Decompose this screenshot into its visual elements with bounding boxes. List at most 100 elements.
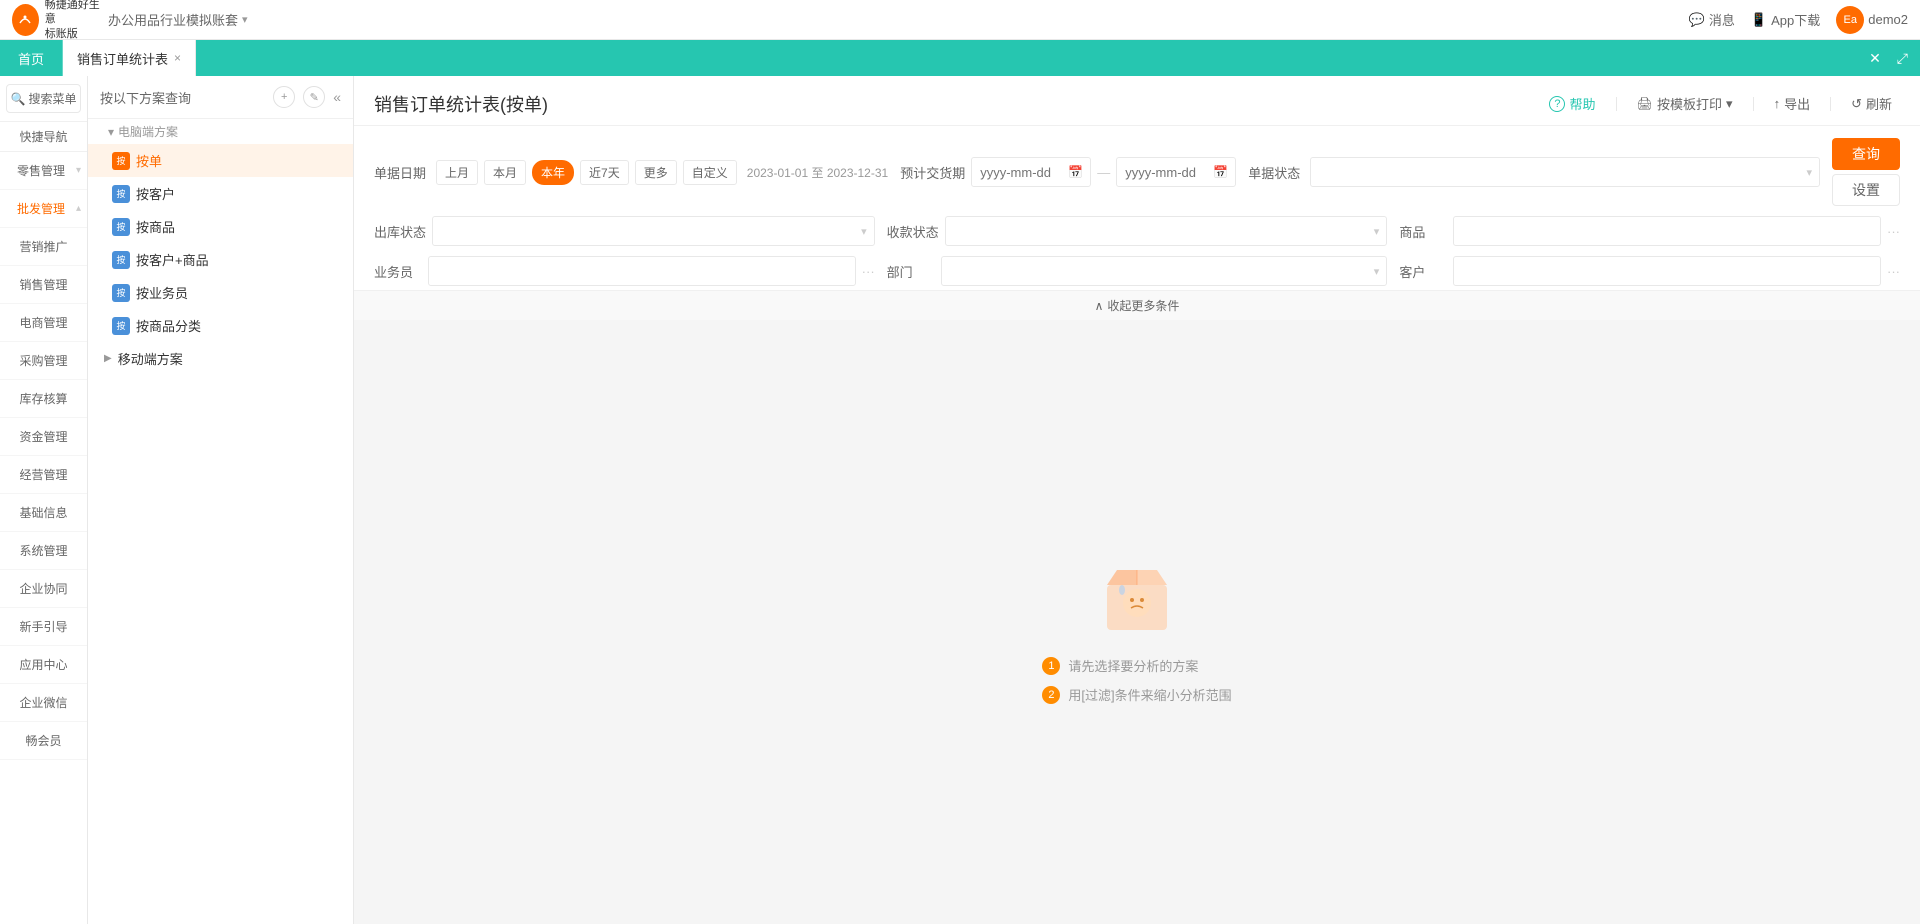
sidebar: 🔍 搜索菜单 快捷导航 零售管理 ▾ 批发管理 ▴ 营销推广 销售管理 电商管理…	[0, 76, 88, 924]
product-label: 商品	[1399, 222, 1447, 241]
sidebar-item-app-center[interactable]: 应用中心	[0, 646, 87, 684]
expected-date-to-input[interactable]	[1116, 157, 1236, 187]
edit-scheme-btn[interactable]: ✎	[303, 86, 325, 108]
tree-node-by-product[interactable]: 按 按商品	[88, 210, 353, 243]
left-panel-header: 按以下方案查询 + ✎ «	[88, 76, 353, 119]
chevron-down-icon-desktop: ▾	[108, 125, 114, 139]
window-expand-icon[interactable]: ⤢	[1893, 46, 1912, 71]
empty-tip-2: 2 用[过滤]条件来缩小分析范围	[1042, 685, 1231, 704]
filter-row-3: 业务员 ··· 部门 ▾	[374, 256, 1900, 286]
right-panel: 销售订单统计表(按单) ? 帮助 🖨 按模板打印 ▾ ↑	[354, 76, 1920, 924]
salesman-input[interactable]	[428, 256, 856, 286]
customer-label: 客户	[1399, 262, 1447, 281]
left-panel: 按以下方案查询 + ✎ « ▾ 电脑端方案	[88, 76, 354, 924]
sidebar-item-ecom-mgmt[interactable]: 电商管理	[0, 304, 87, 342]
by-customer-product-icon: 按	[112, 251, 130, 269]
payment-status-label: 收款状态	[887, 222, 939, 241]
sidebar-item-wholesale-mgmt[interactable]: 批发管理 ▴	[0, 190, 87, 228]
app-download-icon: 📱	[1751, 12, 1767, 28]
export-btn[interactable]: ↑ 导出	[1766, 90, 1819, 117]
page-actions: ? 帮助 🖨 按模板打印 ▾ ↑ 导出	[1541, 90, 1900, 117]
expected-date-from-input[interactable]	[971, 157, 1091, 187]
chevron-up-icon: ▴	[76, 203, 81, 214]
ship-status-cell: 出库状态 ▾	[374, 216, 875, 246]
salesman-ellipsis-btn[interactable]: ···	[862, 264, 875, 279]
product-ellipsis-btn[interactable]: ···	[1887, 224, 1900, 239]
dept-select-wrapper: ▾	[941, 256, 1388, 286]
collapse-icon: ∧	[1095, 299, 1104, 313]
message-icon: 💬	[1689, 12, 1705, 28]
desktop-section-label: ▾ 电脑端方案	[88, 119, 353, 144]
quick-nav-btn[interactable]: 快捷导航	[0, 122, 87, 152]
more-dates-btn[interactable]: 更多	[635, 160, 677, 185]
product-input[interactable]	[1453, 216, 1881, 246]
window-close-icon[interactable]: ✕	[1865, 46, 1885, 71]
sidebar-item-ops-mgmt[interactable]: 经营管理	[0, 456, 87, 494]
sidebar-item-basic-info[interactable]: 基础信息	[0, 494, 87, 532]
add-scheme-btn[interactable]: +	[273, 86, 295, 108]
message-btn[interactable]: 💬 消息	[1689, 10, 1735, 29]
dept-select[interactable]	[941, 256, 1388, 286]
sidebar-item-members[interactable]: 畅会员	[0, 722, 87, 760]
expected-date-group: 预计交货期 📅 — 📅	[900, 157, 1236, 187]
help-btn[interactable]: ? 帮助	[1541, 90, 1603, 117]
print-dropdown-icon: ▾	[1726, 96, 1733, 112]
print-btn[interactable]: 🖨 按模板打印 ▾	[1629, 90, 1741, 117]
search-menu-btn[interactable]: 🔍 搜索菜单	[6, 84, 81, 113]
ship-status-select[interactable]	[432, 216, 875, 246]
sidebar-item-marketing[interactable]: 营销推广	[0, 228, 87, 266]
expected-date-from: 📅	[971, 157, 1091, 187]
tree-node-by-customer-product[interactable]: 按 按客户+商品	[88, 243, 353, 276]
tab-home[interactable]: 首页	[0, 40, 63, 76]
last-7-days-btn[interactable]: 近7天	[580, 160, 629, 185]
tree-node-by-order[interactable]: 按 按单	[88, 144, 353, 177]
export-icon: ↑	[1774, 96, 1781, 111]
app-download-btn[interactable]: 📱 App下载	[1751, 10, 1820, 29]
customer-cell: 客户 ···	[1399, 256, 1900, 286]
custom-date-btn[interactable]: 自定义	[683, 160, 737, 185]
by-product-icon: 按	[112, 218, 130, 236]
status-select[interactable]	[1310, 157, 1820, 187]
tree-node-by-customer[interactable]: 按 按客户	[88, 177, 353, 210]
ship-status-select-wrapper: ▾	[432, 216, 875, 246]
mobile-section-node[interactable]: ▶ 移动端方案	[88, 342, 353, 375]
salesman-cell: 业务员 ···	[374, 256, 875, 286]
this-month-btn[interactable]: 本月	[484, 160, 526, 185]
set-btn[interactable]: 设置	[1832, 174, 1900, 206]
customer-ellipsis-btn[interactable]: ···	[1887, 264, 1900, 279]
tree-node-by-sales-staff[interactable]: 按 按业务员	[88, 276, 353, 309]
date-filter-group: 单据日期 上月 本月 本年 近7天 更多 自定义 2023-01-01 至 20…	[374, 160, 888, 185]
payment-status-select[interactable]	[945, 216, 1388, 246]
sidebar-item-sys-mgmt[interactable]: 系统管理	[0, 532, 87, 570]
query-btn[interactable]: 查询	[1832, 138, 1900, 170]
ship-status-label: 出库状态	[374, 222, 426, 241]
customer-input[interactable]	[1453, 256, 1881, 286]
this-year-btn[interactable]: 本年	[532, 160, 574, 185]
status-select-wrapper: ▾	[1310, 157, 1820, 187]
top-right-area: 💬 消息 📱 App下载 Ea demo2	[1689, 6, 1908, 34]
sidebar-item-sales-mgmt[interactable]: 销售管理	[0, 266, 87, 304]
breadcrumb[interactable]: 办公用品行业模拟账套 ▾	[100, 10, 1689, 29]
sidebar-item-retail-mgmt[interactable]: 零售管理 ▾	[0, 152, 87, 190]
chevron-down-icon: ▾	[76, 165, 81, 176]
last-month-btn[interactable]: 上月	[436, 160, 478, 185]
tree-node-by-product-category[interactable]: 按 按商品分类	[88, 309, 353, 342]
sidebar-item-enterprise[interactable]: 企业协同	[0, 570, 87, 608]
empty-tip-1: 1 请先选择要分析的方案	[1042, 656, 1231, 675]
date-btn-group: 上月 本月 本年 近7天 更多 自定义	[436, 160, 737, 185]
sidebar-item-finance-mgmt[interactable]: 资金管理	[0, 418, 87, 456]
collapse-panel-btn[interactable]: «	[333, 89, 341, 105]
tab-close-icon[interactable]: ×	[174, 51, 181, 65]
tab-sales-order-stats[interactable]: 销售订单统计表 ×	[63, 40, 196, 76]
sidebar-item-enterprise-wechat[interactable]: 企业微信	[0, 684, 87, 722]
sidebar-item-new-guide[interactable]: 新手引导	[0, 608, 87, 646]
main-layout: 🔍 搜索菜单 快捷导航 零售管理 ▾ 批发管理 ▴ 营销推广 销售管理 电商管理…	[0, 76, 1920, 924]
doc-status-group: 单据状态 ▾	[1248, 157, 1820, 187]
refresh-btn[interactable]: ↺ 刷新	[1843, 90, 1900, 117]
collapse-bar[interactable]: ∧ 收起更多条件	[354, 290, 1920, 320]
payment-status-cell: 收款状态 ▾	[887, 216, 1388, 246]
left-panel-tools: + ✎ «	[273, 86, 341, 108]
user-menu-btn[interactable]: Ea demo2	[1836, 6, 1908, 34]
sidebar-item-purchase-mgmt[interactable]: 采购管理	[0, 342, 87, 380]
sidebar-item-inventory[interactable]: 库存核算	[0, 380, 87, 418]
